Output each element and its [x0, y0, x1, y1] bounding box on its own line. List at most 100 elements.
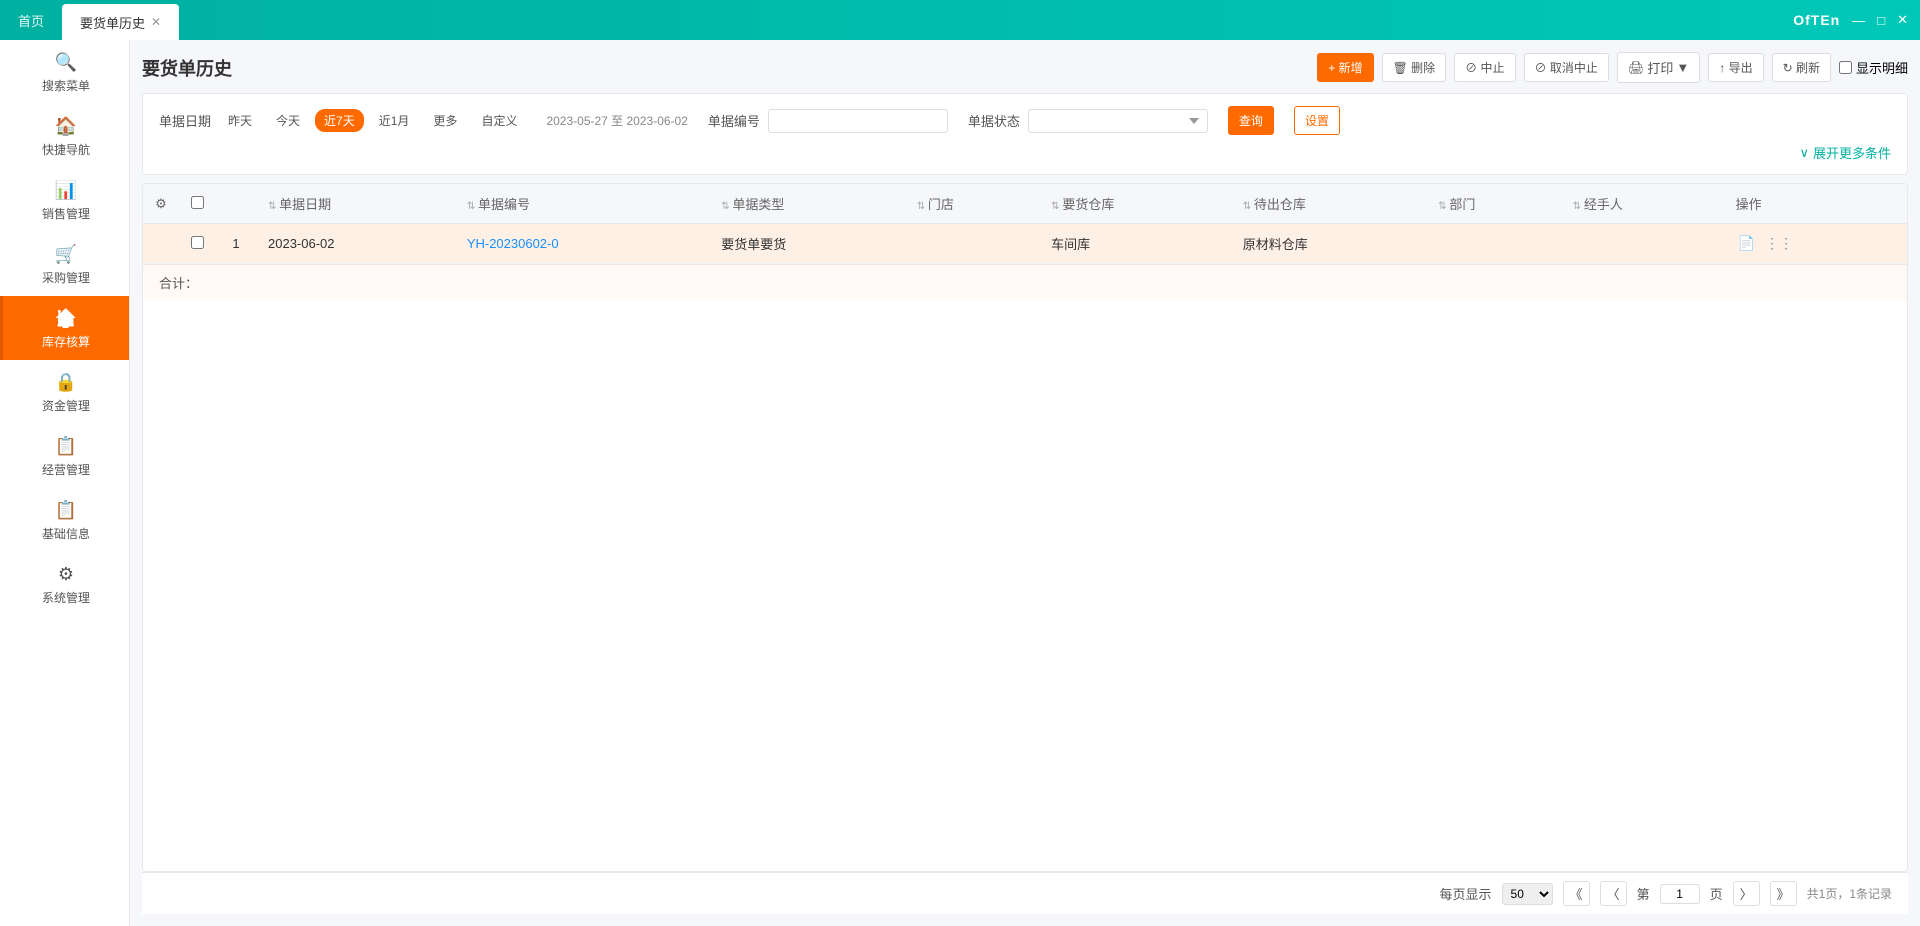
display-detail-checkbox[interactable] [1839, 61, 1852, 74]
quick-nav-icon: 🏠 [55, 116, 77, 137]
tab-home-label: 首页 [18, 11, 44, 30]
new-button[interactable]: + 新增 [1317, 53, 1373, 82]
maximize-icon[interactable]: □ [1877, 13, 1885, 28]
content-area: 要货单历史 + 新增 🗑 删除 ⊘ 中止 ⊘ 取消中止 🖨 打印 ▼ ↑ 导出 … [130, 40, 1920, 926]
doc-number-filter-group: 单据编号 [708, 109, 948, 133]
view-icon[interactable]: 📄 [1736, 233, 1757, 254]
table-header-row: ⚙ 单据日期 单据编号 单据类型 门店 要货仓库 待出仓库 部门 经手人 操作 [143, 184, 1907, 224]
col-store[interactable]: 门店 [905, 184, 1039, 224]
expand-more-btn[interactable]: ∨ 展开更多条件 [1799, 143, 1891, 162]
row-checkbox-col[interactable] [179, 224, 216, 264]
sidebar-item-inventory[interactable]: 🏠 库存核算 [0, 296, 129, 360]
row-operations: 📄 ⋮⋮ [1724, 224, 1907, 264]
finance-icon: 🔒 [55, 372, 77, 393]
doc-number-input[interactable] [768, 109, 948, 133]
search-menu-icon: 🔍 [55, 52, 77, 73]
export-button[interactable]: ↑ 导出 [1708, 53, 1763, 82]
col-checkbox[interactable] [179, 184, 216, 224]
page-header: 要货单历史 + 新增 🗑 删除 ⊘ 中止 ⊘ 取消中止 🖨 打印 ▼ ↑ 导出 … [142, 52, 1908, 83]
query-button[interactable]: 查询 [1228, 106, 1274, 135]
main-layout: 🔍 搜索菜单 🏠 快捷导航 📊 销售管理 🛒 采购管理 🏠 库存核算 🔒 资金管… [0, 40, 1920, 926]
sidebar-item-search-menu[interactable]: 🔍 搜索菜单 [0, 40, 129, 104]
refresh-button[interactable]: ↻ 刷新 [1772, 53, 1831, 82]
tab-close-icon[interactable]: ✕ [151, 15, 161, 29]
col-doc-type[interactable]: 单据类型 [709, 184, 905, 224]
row-num: 1 [216, 224, 256, 264]
first-page-btn[interactable]: 《 [1563, 881, 1590, 906]
sidebar-item-system-label: 系统管理 [42, 589, 90, 606]
date-shortcuts: 昨天 今天 近7天 近1月 更多 自定义 [219, 109, 526, 132]
sidebar-item-operations[interactable]: 📋 经营管理 [0, 424, 129, 488]
col-pending-warehouse[interactable]: 待出仓库 [1231, 184, 1427, 224]
sidebar-item-system[interactable]: ⚙ 系统管理 [0, 552, 129, 616]
sidebar-item-finance[interactable]: 🔒 资金管理 [0, 360, 129, 424]
sales-icon: 📊 [55, 180, 77, 201]
tab-requisition-history[interactable]: 要货单历史 ✕ [62, 4, 179, 40]
col-doc-no[interactable]: 单据编号 [455, 184, 709, 224]
row-checkbox[interactable] [191, 236, 204, 249]
data-table: ⚙ 单据日期 单据编号 单据类型 门店 要货仓库 待出仓库 部门 经手人 操作 [143, 184, 1907, 264]
minimize-icon[interactable]: — [1852, 13, 1865, 28]
stop-button[interactable]: ⊘ 中止 [1454, 53, 1515, 82]
display-detail-checkbox-wrap[interactable]: 显示明细 [1839, 58, 1908, 77]
date-btn-1month[interactable]: 近1月 [370, 109, 419, 132]
col-doc-date[interactable]: 单据日期 [256, 184, 455, 224]
chevron-down-icon: ∨ [1799, 145, 1809, 161]
toolbar: + 新增 🗑 删除 ⊘ 中止 ⊘ 取消中止 🖨 打印 ▼ ↑ 导出 ↻ 刷新 显… [1317, 52, 1908, 83]
print-dropdown-icon: ▼ [1676, 60, 1689, 75]
date-btn-today[interactable]: 今天 [267, 109, 309, 132]
operations-icon: 📋 [55, 436, 77, 457]
filter-row: 单据日期 昨天 今天 近7天 近1月 更多 自定义 2023-05-27 至 2… [159, 106, 1891, 135]
sidebar-item-sales[interactable]: 📊 销售管理 [0, 168, 129, 232]
col-handler[interactable]: 经手人 [1561, 184, 1724, 224]
purchase-icon: 🛒 [55, 244, 77, 265]
brand-label: OfTEn [1793, 12, 1840, 28]
display-detail-label: 显示明细 [1856, 58, 1908, 77]
sidebar-item-quick-label: 快捷导航 [42, 141, 90, 158]
print-icon: 🖨 [1628, 60, 1645, 76]
date-range-text: 2023-05-27 至 2023-06-02 [546, 112, 687, 129]
sidebar-item-basic-info-label: 基础信息 [42, 525, 90, 542]
basic-info-icon: 📋 [55, 500, 77, 521]
select-all-checkbox[interactable] [191, 196, 204, 209]
col-department[interactable]: 部门 [1426, 184, 1560, 224]
top-bar: 首页 要货单历史 ✕ OfTEn — □ ✕ [0, 0, 1920, 40]
filter-area: 单据日期 昨天 今天 近7天 近1月 更多 自定义 2023-05-27 至 2… [142, 93, 1908, 175]
settings-button[interactable]: 设置 [1294, 106, 1340, 135]
delete-button[interactable]: 🗑 删除 [1382, 53, 1447, 82]
last-page-btn[interactable]: 》 [1770, 881, 1797, 906]
date-btn-more[interactable]: 更多 [424, 109, 466, 132]
cancel-stop-button[interactable]: ⊘ 取消中止 [1524, 53, 1609, 82]
date-btn-custom[interactable]: 自定义 [472, 109, 526, 132]
sidebar-item-sales-label: 销售管理 [42, 205, 90, 222]
inventory-icon: 🏠 [55, 308, 77, 329]
next-page-btn[interactable]: 〉 [1733, 881, 1760, 906]
per-page-select[interactable]: 20 50 100 200 [1502, 883, 1553, 905]
date-btn-yesterday[interactable]: 昨天 [219, 109, 261, 132]
sidebar-item-purchase[interactable]: 🛒 采购管理 [0, 232, 129, 296]
tab-home[interactable]: 首页 [0, 0, 62, 40]
close-icon[interactable]: ✕ [1897, 12, 1908, 28]
doc-status-select[interactable] [1028, 109, 1208, 133]
sidebar-item-quick-nav[interactable]: 🏠 快捷导航 [0, 104, 129, 168]
col-req-warehouse[interactable]: 要货仓库 [1039, 184, 1231, 224]
row-doc-no: YH-20230602-0 [455, 224, 709, 264]
op-icons-group: 📄 ⋮⋮ [1736, 233, 1895, 254]
print-button[interactable]: 🖨 打印 ▼ [1617, 52, 1700, 83]
row-doc-date: 2023-06-02 [256, 224, 455, 264]
per-page-label: 每页显示 [1440, 884, 1492, 903]
col-settings[interactable]: ⚙ [143, 184, 179, 224]
prev-page-btn[interactable]: 〈 [1600, 881, 1627, 906]
doc-no-link[interactable]: YH-20230602-0 [467, 236, 559, 251]
date-filter-label: 单据日期 [159, 111, 211, 130]
sidebar-item-basic-info[interactable]: 📋 基础信息 [0, 488, 129, 552]
page-number-input[interactable] [1660, 884, 1700, 904]
footer-total-label: 合计： [159, 273, 198, 292]
page-title: 要货单历史 [142, 55, 232, 81]
sidebar-item-purchase-label: 采购管理 [42, 269, 90, 286]
pagination: 每页显示 20 50 100 200 《 〈 第 页 〉 》 共1页，1条记录 [142, 872, 1908, 914]
date-btn-7days[interactable]: 近7天 [315, 109, 364, 132]
date-range-group: 2023-05-27 至 2023-06-02 [546, 112, 687, 129]
edit-icon[interactable]: ⋮⋮ [1763, 233, 1795, 254]
sidebar-item-finance-label: 资金管理 [42, 397, 90, 414]
